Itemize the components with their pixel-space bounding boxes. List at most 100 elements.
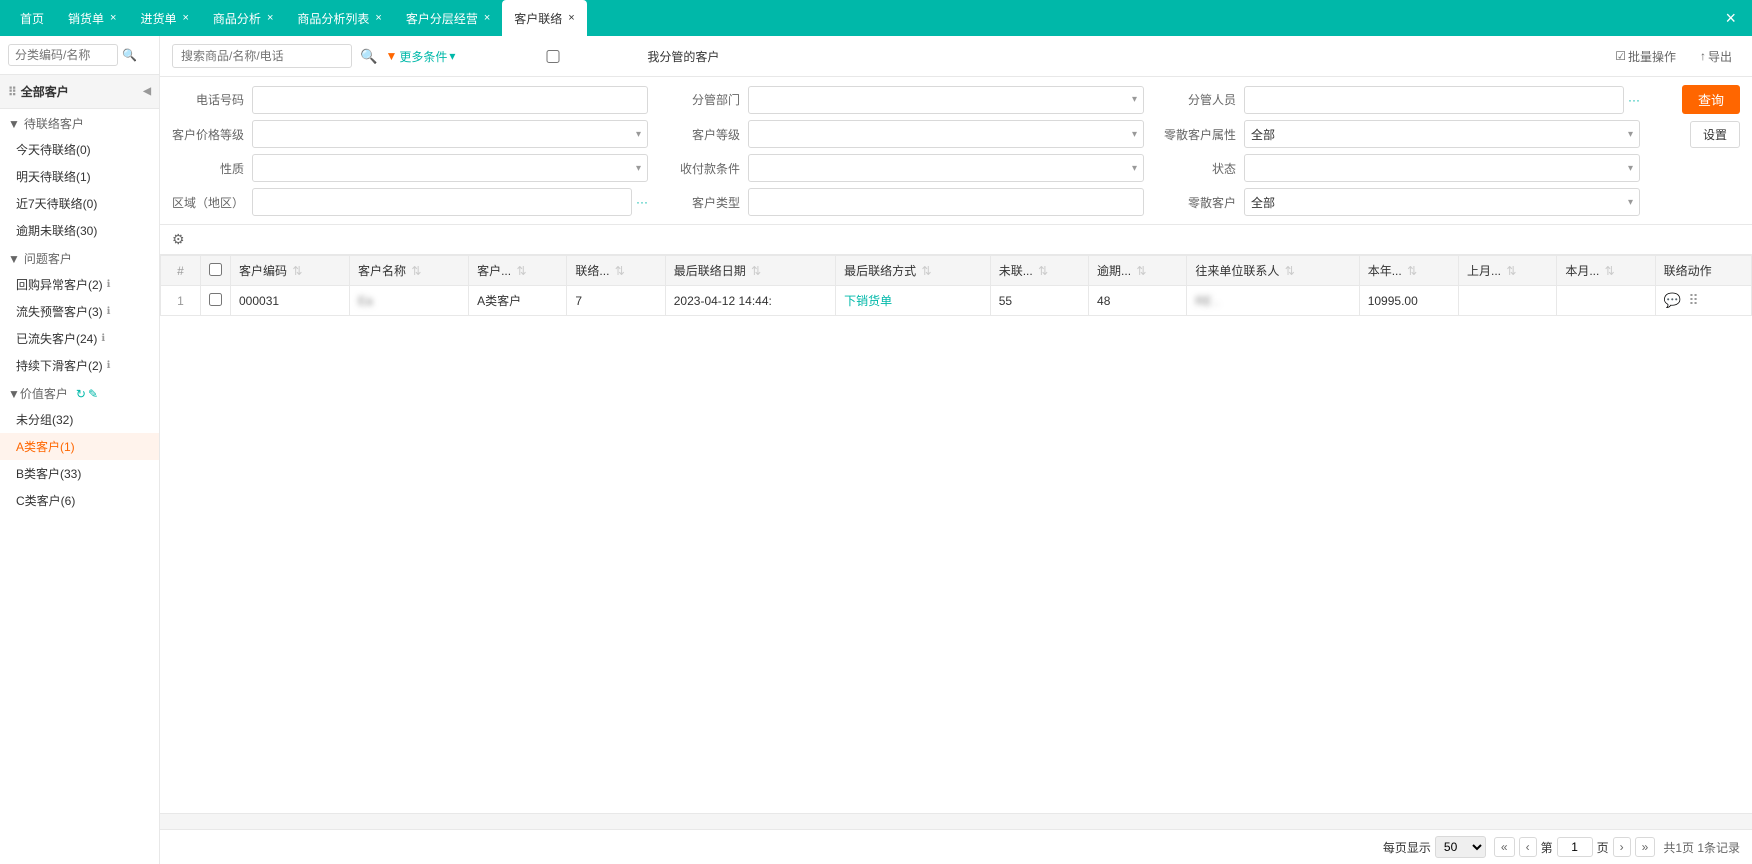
per-page-select[interactable]: 50 100 200: [1435, 836, 1486, 858]
customer-table: # 客户编码 ⇅ 客户名称 ⇅ 客户...: [160, 255, 1752, 316]
row-checkbox-cell: [201, 286, 231, 316]
sidebar-item-ungrouped[interactable]: 未分组(32): [0, 406, 159, 433]
nav-customer-segment[interactable]: 客户分层经营 ×: [394, 0, 502, 36]
close-product-analysis-list-tab[interactable]: ×: [375, 12, 381, 24]
phone-input[interactable]: [252, 86, 648, 114]
message-action-icon[interactable]: 💬: [1664, 292, 1681, 308]
sort-name-icon: ⇅: [411, 264, 421, 278]
sort-this-year-icon: ⇅: [1407, 264, 1417, 278]
select-all-checkbox[interactable]: [209, 263, 222, 276]
nav-purchase[interactable]: 进货单 ×: [128, 0, 200, 36]
nav-product-analysis[interactable]: 商品分析 ×: [201, 0, 285, 36]
row-contact-count: 7: [567, 286, 665, 316]
nav-product-analysis-list[interactable]: 商品分析列表 ×: [285, 0, 393, 36]
customer-level-select[interactable]: ▾: [748, 120, 1144, 148]
col-last-method[interactable]: 最后联络方式 ⇅: [836, 256, 991, 286]
dept-select[interactable]: ▾: [748, 86, 1144, 114]
first-page-button[interactable]: «: [1494, 837, 1515, 857]
col-this-year[interactable]: 本年... ⇅: [1359, 256, 1458, 286]
qr-action-icon[interactable]: ⠿: [1688, 292, 1698, 308]
sidebar-item-b-class[interactable]: B类客户(33): [0, 460, 159, 487]
pagination: « ‹ 第 页 › »: [1494, 837, 1655, 857]
col-contact-count[interactable]: 联络... ⇅: [567, 256, 665, 286]
close-customer-segment-tab[interactable]: ×: [484, 12, 490, 24]
retail-customer-select[interactable]: 全部 ▾: [1244, 188, 1640, 216]
batch-action-button[interactable]: ☑ 批量操作: [1607, 46, 1684, 67]
sidebar-item-today-pending[interactable]: 今天待联络(0): [0, 136, 159, 163]
nature-select[interactable]: ▾: [252, 154, 648, 182]
sidebar-item-declining[interactable]: 持续下滑客户(2) ℹ: [0, 352, 159, 379]
col-name[interactable]: 客户名称 ⇅: [350, 256, 469, 286]
payment-select[interactable]: ▾: [748, 154, 1144, 182]
settings-button[interactable]: 设置: [1690, 121, 1740, 148]
region-dots-icon[interactable]: ···: [636, 195, 648, 209]
search-input[interactable]: [172, 44, 352, 68]
nav-home[interactable]: 首页: [8, 0, 56, 36]
manager-dots-icon[interactable]: ···: [1628, 93, 1640, 107]
more-filters-button[interactable]: ▼ 更多条件 ▾: [385, 48, 455, 65]
sidebar-item-churn-warning[interactable]: 流失预警客户(3) ℹ: [0, 298, 159, 325]
gear-icon[interactable]: ⚙: [172, 231, 185, 248]
page-number-input[interactable]: [1557, 837, 1593, 857]
all-customers-header[interactable]: ⠿ 全部客户 ◀: [0, 75, 159, 109]
close-product-analysis-tab[interactable]: ×: [267, 12, 273, 24]
filter-retail-attr: 零散客户属性 全部 ▾: [1164, 120, 1640, 148]
query-button[interactable]: 查询: [1682, 85, 1740, 114]
sidebar-search-icon[interactable]: 🔍: [122, 48, 137, 62]
sidebar-item-c-class[interactable]: C类客户(6): [0, 487, 159, 514]
close-customer-contact-tab[interactable]: ×: [568, 12, 574, 24]
my-customers-checkbox-label[interactable]: 我分管的客户: [463, 48, 719, 65]
col-unit-contact[interactable]: 往来单位联系人 ⇅: [1187, 256, 1359, 286]
sort-last-month-icon: ⇅: [1506, 264, 1516, 278]
retail-attr-chevron-icon: ▾: [1628, 129, 1633, 140]
col-last-date[interactable]: 最后联络日期 ⇅: [665, 256, 835, 286]
retail-attr-select[interactable]: 全部 ▾: [1244, 120, 1640, 148]
value-customers-group: ▼ 价值客户 ↻ ✎: [0, 379, 159, 406]
table-toolbar: ⚙: [160, 225, 1752, 255]
table-row: 1 000031 Ea A类客户 7 2023-04-12 14:44: 下销货…: [161, 286, 1752, 316]
col-overdue[interactable]: 逾期... ⇅: [1089, 256, 1187, 286]
horizontal-scrollbar[interactable]: [160, 813, 1752, 829]
col-no-contact[interactable]: 未联... ⇅: [990, 256, 1088, 286]
price-level-select[interactable]: ▾: [252, 120, 648, 148]
col-code[interactable]: 客户编码 ⇅: [231, 256, 350, 286]
nav-customer-contact[interactable]: 客户联络 ×: [502, 0, 586, 36]
next-page-button[interactable]: ›: [1613, 837, 1631, 857]
region-input[interactable]: [252, 188, 632, 216]
export-button[interactable]: ↑ 导出: [1692, 46, 1740, 67]
sidebar-item-churned[interactable]: 已流失客户(24) ℹ: [0, 325, 159, 352]
close-sales-tab[interactable]: ×: [110, 12, 116, 24]
customer-type-input[interactable]: [748, 188, 1144, 216]
my-customers-checkbox[interactable]: [463, 50, 643, 63]
close-purchase-tab[interactable]: ×: [182, 12, 188, 24]
col-this-month[interactable]: 本月... ⇅: [1557, 256, 1655, 286]
sidebar-item-a-class[interactable]: A类客户(1): [0, 433, 159, 460]
sidebar-item-tomorrow-pending[interactable]: 明天待联络(1): [0, 163, 159, 190]
row-actions: 💬 ⠿: [1655, 286, 1751, 316]
content-area: 🔍 ▼ 更多条件 ▾ 我分管的客户 ☑ 批量操作 ↑ 导出: [160, 36, 1752, 864]
filter-nature: 性质 ▾: [172, 154, 648, 182]
info-icon-2: ℹ: [107, 306, 111, 317]
edit-icon[interactable]: ✎: [88, 387, 98, 401]
price-level-chevron-icon: ▾: [636, 129, 641, 140]
row-checkbox[interactable]: [209, 293, 222, 306]
global-close-button[interactable]: ×: [1717, 8, 1744, 29]
refresh-icon[interactable]: ↻: [76, 387, 86, 401]
search-icon[interactable]: 🔍: [360, 48, 377, 65]
last-page-button[interactable]: »: [1635, 837, 1656, 857]
sidebar-item-overdue-contact[interactable]: 逾期未联络(30): [0, 217, 159, 244]
sidebar-search-input[interactable]: [8, 44, 118, 66]
last-method-link[interactable]: 下销货单: [844, 294, 892, 308]
manager-input[interactable]: [1244, 86, 1624, 114]
nav-sales[interactable]: 销货单 ×: [56, 0, 128, 36]
problem-customers-group: ▼ 问题客户: [0, 244, 159, 271]
collapse-icon[interactable]: ◀: [143, 86, 151, 97]
col-last-month[interactable]: 上月... ⇅: [1458, 256, 1556, 286]
filter-payment: 收付款条件 ▾: [668, 154, 1144, 182]
sidebar-item-7days-pending[interactable]: 近7天待联络(0): [0, 190, 159, 217]
sidebar-item-repurchase-anomaly[interactable]: 回购异常客户(2) ℹ: [0, 271, 159, 298]
status-select[interactable]: ▾: [1244, 154, 1640, 182]
filter-row-3: 性质 ▾ 收付款条件 ▾ 状态: [172, 154, 1740, 182]
col-class[interactable]: 客户... ⇅: [469, 256, 567, 286]
prev-page-button[interactable]: ‹: [1519, 837, 1537, 857]
